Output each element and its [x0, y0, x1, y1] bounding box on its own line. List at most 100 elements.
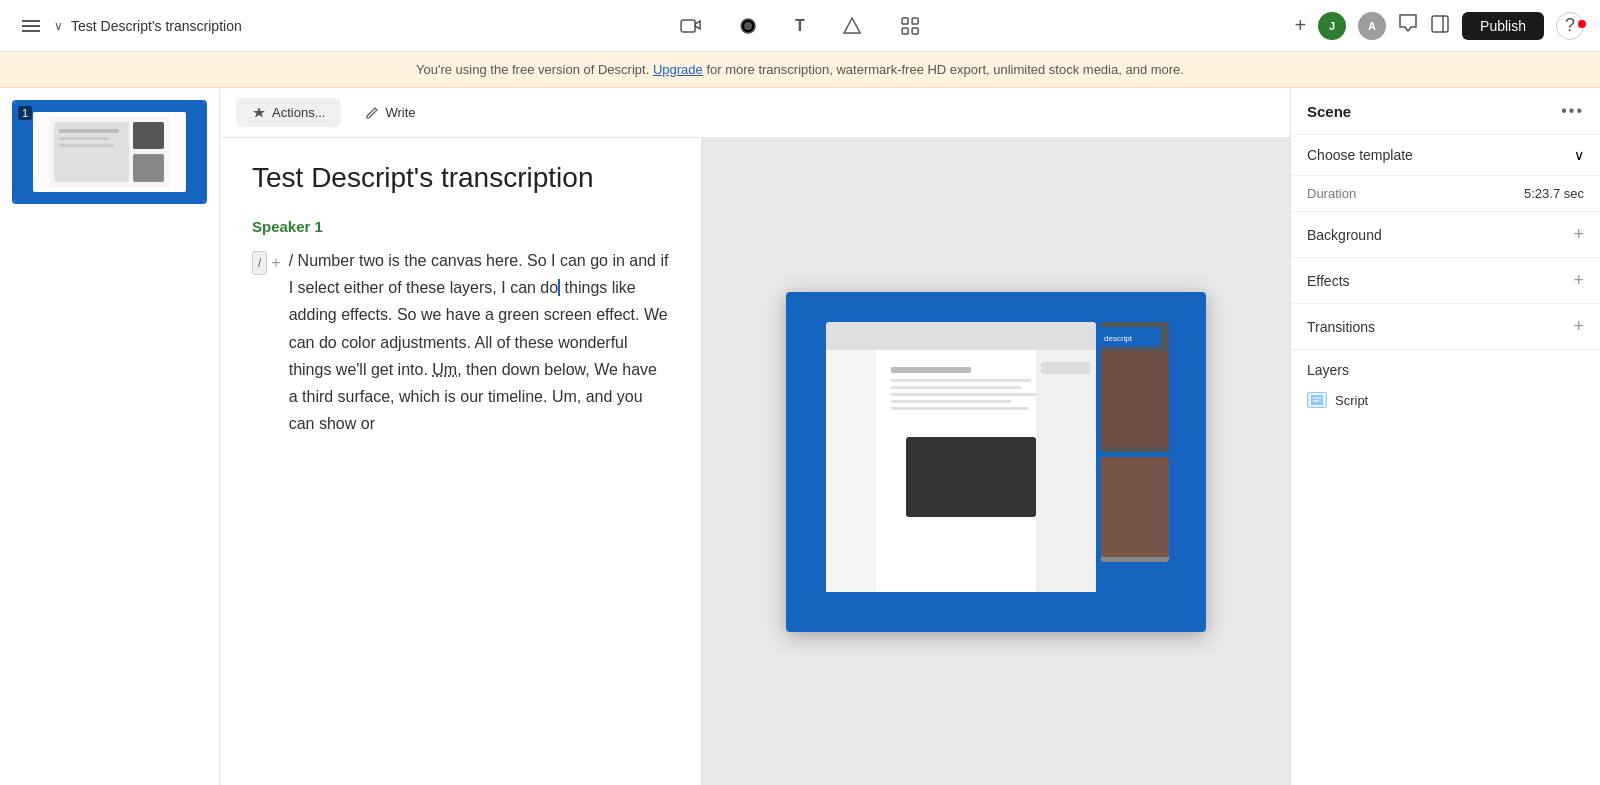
comment-button[interactable]: [1398, 13, 1418, 38]
svg-rect-11: [133, 122, 164, 149]
svg-rect-12: [133, 154, 164, 182]
panel-toggle-button[interactable]: [1430, 14, 1450, 38]
hamburger-button[interactable]: [16, 14, 46, 38]
top-bar: ∨ Test Descript's transcription T + J A …: [0, 0, 1600, 52]
duration-row: Duration 5:23.7 sec: [1291, 176, 1600, 212]
actions-button[interactable]: Actions...: [236, 98, 341, 127]
svg-rect-20: [826, 350, 876, 592]
svg-rect-37: [1311, 395, 1323, 405]
scene-header: Scene •••: [1291, 88, 1600, 135]
transitions-row[interactable]: Transitions +: [1291, 304, 1600, 350]
text-tool-button[interactable]: T: [789, 11, 811, 41]
chevron-button[interactable]: ∨: [54, 19, 63, 33]
script-layer-icon: [1307, 392, 1327, 408]
transcript-text: / + / Number two is the canvas here. So …: [252, 247, 669, 437]
layer-item-script[interactable]: Script: [1307, 386, 1584, 414]
canvas-frame: descript: [786, 292, 1206, 632]
layers-section: Layers Script: [1291, 350, 1600, 426]
svg-rect-24: [891, 386, 1021, 389]
svg-rect-4: [912, 18, 918, 24]
layer-name-script: Script: [1335, 393, 1368, 408]
scene-inner: [33, 112, 186, 192]
background-label: Background: [1307, 227, 1382, 243]
svg-text:descript: descript: [1104, 334, 1133, 343]
svg-rect-27: [891, 407, 1029, 410]
avatar-a: A: [1358, 12, 1386, 40]
svg-rect-25: [891, 393, 1036, 396]
svg-rect-29: [1036, 350, 1096, 592]
svg-rect-35: [1101, 352, 1169, 447]
scene-preview: [14, 102, 205, 202]
top-bar-right: + J A Publish ?: [1294, 12, 1584, 40]
layers-title: Layers: [1307, 362, 1584, 378]
split-view: Test Descript's transcription Speaker 1 …: [220, 138, 1290, 785]
svg-rect-13: [59, 129, 119, 133]
effects-row[interactable]: Effects +: [1291, 258, 1600, 304]
transitions-label: Transitions: [1307, 319, 1375, 335]
doc-title: Test Descript's transcription: [252, 162, 669, 194]
block-controls: / +: [252, 251, 281, 275]
duration-label: Duration: [1307, 186, 1356, 201]
add-button[interactable]: +: [1294, 14, 1306, 37]
project-title: Test Descript's transcription: [71, 18, 242, 34]
notification-dot: [1578, 20, 1586, 28]
duration-value: 5:23.7 sec: [1524, 186, 1584, 201]
more-options-button[interactable]: •••: [1561, 102, 1584, 120]
transcript-content: / Number two is the canvas here. So I ca…: [289, 247, 669, 437]
record-button[interactable]: [731, 9, 765, 43]
svg-rect-23: [891, 379, 1031, 382]
canvas-inner: descript: [786, 292, 1206, 632]
text-icon: T: [795, 17, 805, 35]
editor-area: Actions... Write Test Descript's transcr…: [220, 88, 1290, 785]
choose-template-row[interactable]: Choose template ∨: [1291, 135, 1600, 176]
block-add-button[interactable]: +: [271, 254, 280, 272]
svg-rect-7: [1432, 16, 1448, 32]
write-label: Write: [385, 105, 415, 120]
choose-template-label: Choose template: [1307, 147, 1413, 163]
publish-button[interactable]: Publish: [1462, 12, 1544, 40]
background-row[interactable]: Background +: [1291, 212, 1600, 258]
speaker-label: Speaker 1: [252, 218, 669, 235]
transcript-block: / + / Number two is the canvas here. So …: [252, 247, 669, 437]
scene-number: 1: [18, 106, 32, 120]
effects-expand-button[interactable]: +: [1573, 270, 1584, 291]
upgrade-banner: You're using the free version of Descrip…: [0, 52, 1600, 88]
top-bar-center: T: [673, 9, 927, 43]
transcript-panel: Test Descript's transcription Speaker 1 …: [220, 138, 702, 785]
transitions-expand-button[interactable]: +: [1573, 316, 1584, 337]
banner-text-after: for more transcription, watermark-free H…: [706, 62, 1184, 77]
svg-rect-26: [891, 400, 1011, 403]
scene-header-title: Scene: [1307, 103, 1351, 120]
hamburger-icon: [22, 20, 40, 32]
scenes-panel: 1: [0, 88, 220, 785]
svg-rect-28: [906, 437, 1036, 517]
editor-toolbar: Actions... Write: [220, 88, 1290, 138]
block-number: /: [252, 251, 267, 275]
actions-label: Actions...: [272, 105, 325, 120]
svg-rect-5: [902, 28, 908, 34]
canvas-panel: descript: [702, 138, 1291, 785]
grid-tool-button[interactable]: [893, 9, 927, 43]
shapes-tool-button[interactable]: [835, 9, 869, 43]
right-panel: Scene ••• Choose template ∨ Duration 5:2…: [1290, 88, 1600, 785]
svg-rect-30: [1041, 362, 1091, 374]
help-wrap: ?: [1556, 12, 1584, 40]
svg-rect-14: [59, 137, 109, 140]
chevron-down-icon: ∨: [1574, 147, 1584, 163]
svg-point-2: [744, 22, 752, 30]
upgrade-link[interactable]: Upgrade: [653, 62, 703, 77]
top-bar-left: ∨ Test Descript's transcription: [16, 14, 242, 38]
svg-rect-3: [902, 18, 908, 24]
video-tool-button[interactable]: [673, 9, 707, 43]
svg-rect-22: [891, 367, 971, 373]
svg-rect-0: [681, 20, 695, 32]
background-expand-button[interactable]: +: [1573, 224, 1584, 245]
avatar-j: J: [1318, 12, 1346, 40]
scene-1-thumb[interactable]: 1: [12, 100, 207, 204]
svg-rect-15: [59, 144, 114, 147]
svg-rect-6: [912, 28, 918, 34]
banner-text-before: You're using the free version of Descrip…: [416, 62, 649, 77]
write-button[interactable]: Write: [353, 98, 427, 127]
um-word: Um,: [432, 361, 461, 378]
svg-rect-19: [826, 342, 1096, 350]
